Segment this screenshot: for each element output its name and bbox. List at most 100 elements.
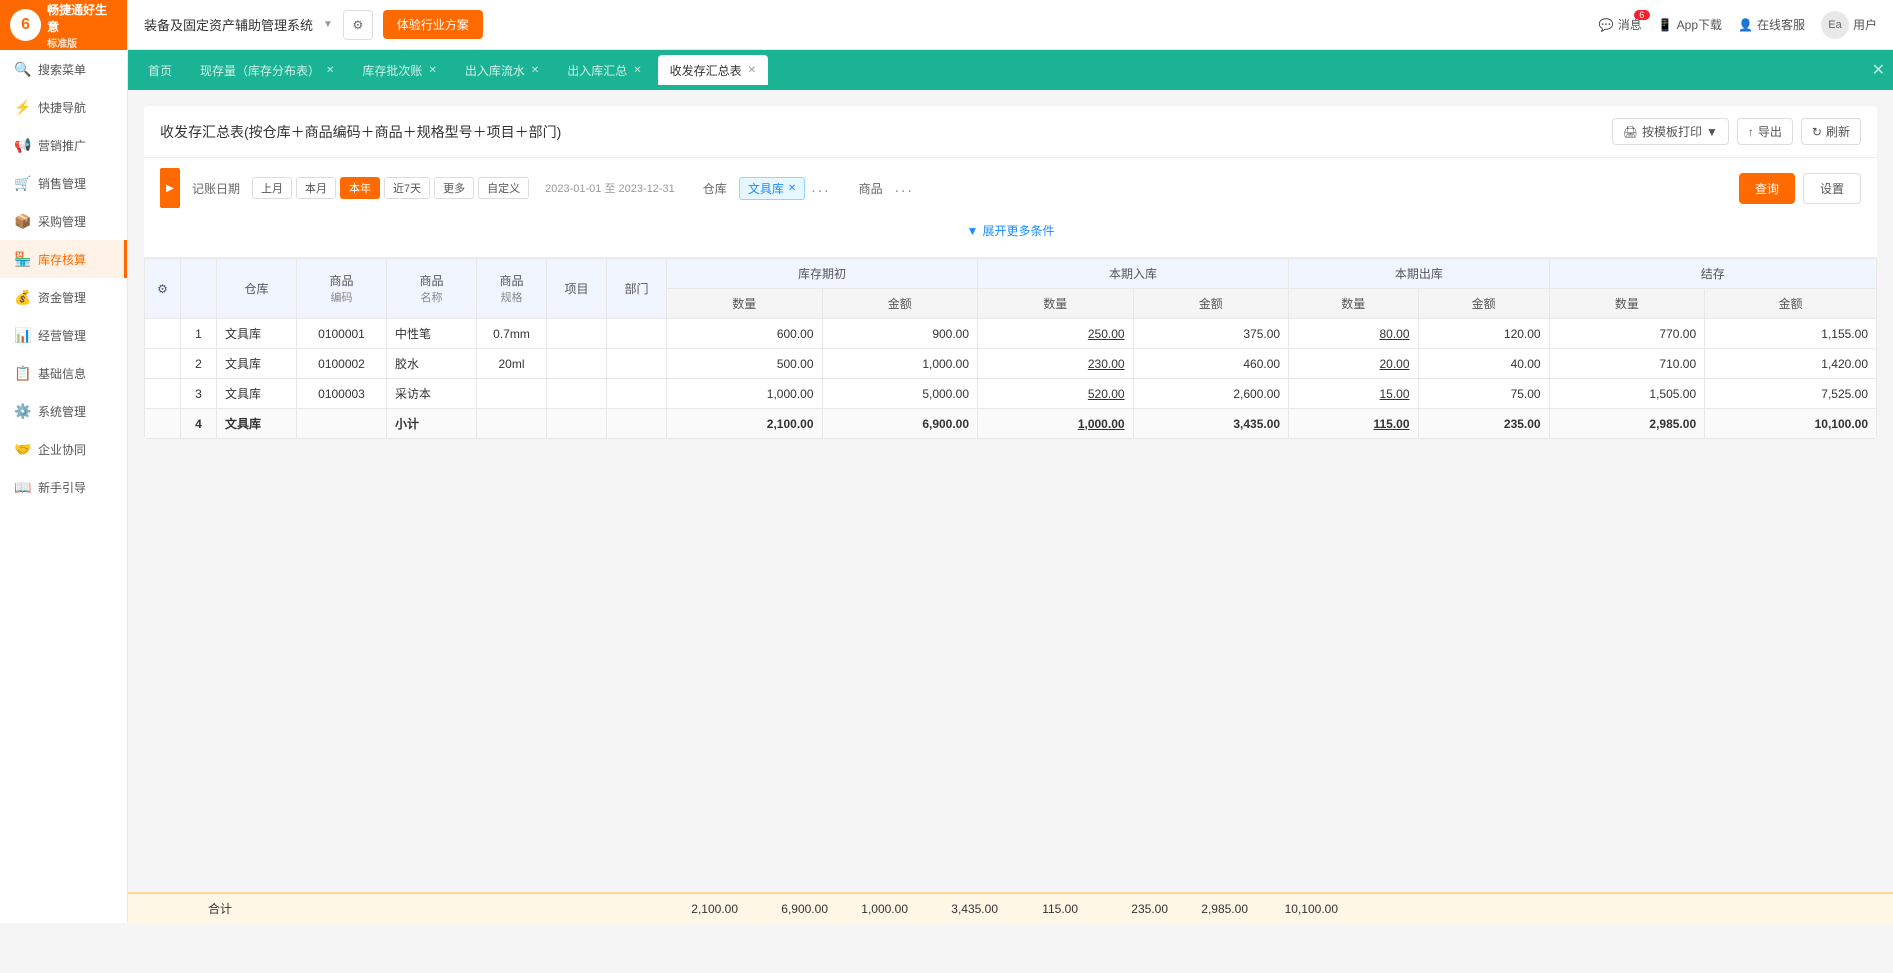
sidebar-item-sales[interactable]: 🛒 销售管理 xyxy=(0,164,127,202)
column-settings-icon[interactable]: ⚙ xyxy=(157,282,168,296)
main-content: 首页现存量（库存分布表）✕库存批次账✕出入库流水✕出入库汇总✕收发存汇总表✕ ✕… xyxy=(128,50,1893,923)
th-period-start: 库存期初 xyxy=(667,259,978,289)
sidebar-item-purchase[interactable]: 📦 采购管理 xyxy=(0,202,127,240)
goods-dots[interactable]: ... xyxy=(895,179,914,197)
tab-close-1[interactable]: ✕ xyxy=(326,65,334,76)
row-dept-2 xyxy=(607,379,667,409)
sidebar-label-basic-info: 基础信息 xyxy=(38,365,86,382)
expand-icon: ▼ xyxy=(967,224,979,238)
row-dept-0 xyxy=(607,319,667,349)
tab-close-5[interactable]: ✕ xyxy=(748,65,756,76)
switch-print-btn[interactable]: 🖨 按模板打印 ▼ xyxy=(1612,118,1729,145)
table-row: 1 文具库 0100001 中性笔 0.7mm 600.00 900.00 25… xyxy=(145,319,1877,349)
row-settings-2 xyxy=(145,379,181,409)
query-btn[interactable]: 查询 xyxy=(1739,173,1795,204)
refresh-btn[interactable]: ↻ 刷新 xyxy=(1801,118,1861,145)
row-settings-0 xyxy=(145,319,181,349)
trial-button[interactable]: 体验行业方案 xyxy=(383,10,483,39)
tab-3[interactable]: 出入库流水✕ xyxy=(453,55,551,85)
sidebar-item-operations[interactable]: 📊 经营管理 xyxy=(0,316,127,354)
row-project-1 xyxy=(547,349,607,379)
close-all-tabs-btn[interactable]: ✕ xyxy=(1872,60,1885,80)
subtotal-bal-qty: 2,985.00 xyxy=(1549,409,1705,439)
sidebar-item-finance[interactable]: 💰 资金管理 xyxy=(0,278,127,316)
settings-icon[interactable]: ⚙ xyxy=(343,10,373,40)
page-header: 收发存汇总表(按仓库＋商品编码＋商品＋规格型号＋项目＋部门) 🖨 按模板打印 ▼… xyxy=(144,106,1877,158)
tab-close-3[interactable]: ✕ xyxy=(531,65,539,76)
goods-filter-label: 商品 xyxy=(859,180,883,197)
expand-conditions-btn[interactable]: ▼ 展开更多条件 xyxy=(967,222,1055,239)
date-range-display: 2023-01-01 至 2023-12-31 xyxy=(545,180,675,196)
download-icon: 📱 xyxy=(1658,18,1673,32)
user-area[interactable]: Ea 用户 xyxy=(1821,11,1877,39)
warehouse-dots[interactable]: ... xyxy=(811,179,830,197)
filter-toggle-btn[interactable]: ▶ xyxy=(160,168,180,208)
date-btn-this-month[interactable]: 本月 xyxy=(296,177,336,199)
filter-settings-btn[interactable]: 设置 xyxy=(1803,173,1861,204)
row-in-amt-2: 2,600.00 xyxy=(1133,379,1289,409)
sidebar-item-guide[interactable]: 📖 新手引导 xyxy=(0,468,127,506)
system-dropdown[interactable]: ▼ xyxy=(323,19,333,30)
sidebar: 6 畅捷通好生意 标准版 🔍 搜索菜单 ⚡ 快捷导航 📢 营销推广 🛒 销售管理… xyxy=(0,0,128,923)
total-out-qty: 115.00 xyxy=(998,902,1078,916)
tab-close-2[interactable]: ✕ xyxy=(428,65,436,76)
row-warehouse-1: 文具库 xyxy=(217,349,297,379)
sidebar-label-operations: 经营管理 xyxy=(38,327,86,344)
sidebar-item-marketing[interactable]: 📢 营销推广 xyxy=(0,126,127,164)
sidebar-item-enterprise[interactable]: 🤝 企业协同 xyxy=(0,430,127,468)
tab-4[interactable]: 出入库汇总✕ xyxy=(555,55,653,85)
date-btn-this-year[interactable]: 本年 xyxy=(340,177,380,199)
tab-5[interactable]: 收发存汇总表✕ xyxy=(658,55,768,85)
data-table-container: ⚙ 仓库 商品编码 商品名称 商品规格 项目 部门 库存期初 本期入库 本期出库… xyxy=(144,258,1877,439)
tab-1[interactable]: 现存量（库存分布表）✕ xyxy=(188,55,346,85)
th-settings: ⚙ xyxy=(145,259,181,319)
date-btn-last-month[interactable]: 上月 xyxy=(252,177,292,199)
warehouse-tag-close[interactable]: ✕ xyxy=(788,183,796,194)
sales-icon: 🛒 xyxy=(14,174,32,192)
row-start-amt-1: 1,000.00 xyxy=(822,349,978,379)
app-name: 畅捷通好生意 xyxy=(47,1,117,35)
notification-btn[interactable]: 💬 消息 6 xyxy=(1599,16,1642,33)
date-btn-custom[interactable]: 自定义 xyxy=(478,177,529,199)
sidebar-item-quick-nav[interactable]: ⚡ 快捷导航 xyxy=(0,88,127,126)
th-out-qty: 数量 xyxy=(1289,289,1418,319)
total-row: 合计 2,100.00 6,900.00 1,000.00 3,435.00 1… xyxy=(128,892,1893,923)
tab-0[interactable]: 首页 xyxy=(136,55,184,85)
subtotal-in-amt: 3,435.00 xyxy=(1133,409,1289,439)
sidebar-item-system[interactable]: ⚙️ 系统管理 xyxy=(0,392,127,430)
sidebar-label-system: 系统管理 xyxy=(38,403,86,420)
notification-count: 6 xyxy=(1634,10,1650,20)
header-right: 💬 消息 6 📱 App下载 👤 在线客服 Ea 用户 xyxy=(1599,11,1877,39)
online-service-btn[interactable]: 👤 在线客服 xyxy=(1738,16,1805,33)
date-btn-7days[interactable]: 近7天 xyxy=(384,177,430,199)
row-in-qty-0: 250.00 xyxy=(978,319,1134,349)
th-start-amt: 金额 xyxy=(822,289,978,319)
row-start-qty-1: 500.00 xyxy=(667,349,823,379)
th-start-qty: 数量 xyxy=(667,289,823,319)
quick-nav-icon: ⚡ xyxy=(14,98,32,116)
tab-close-4[interactable]: ✕ xyxy=(633,65,641,76)
th-in-amt: 金额 xyxy=(1133,289,1289,319)
operations-icon: 📊 xyxy=(14,326,32,344)
export-btn[interactable]: ↑ 导出 xyxy=(1737,118,1793,145)
date-btn-more[interactable]: 更多 xyxy=(434,177,474,199)
sidebar-label-finance: 资金管理 xyxy=(38,289,86,306)
row-start-qty-0: 600.00 xyxy=(667,319,823,349)
date-filter-buttons: 上月 本月 本年 近7天 更多 自定义 xyxy=(252,177,529,199)
row-spec-1: 20ml xyxy=(477,349,547,379)
refresh-icon: ↻ xyxy=(1812,125,1822,139)
sidebar-item-search[interactable]: 🔍 搜索菜单 xyxy=(0,50,127,88)
total-bal-qty: 2,985.00 xyxy=(1168,902,1248,916)
logo-area: 6 畅捷通好生意 标准版 xyxy=(0,0,127,50)
row-settings-1 xyxy=(145,349,181,379)
sidebar-item-inventory[interactable]: 🏪 库存核算 xyxy=(0,240,127,278)
th-period-in: 本期入库 xyxy=(978,259,1289,289)
filter-section: ▶ 记账日期 上月 本月 本年 近7天 更多 自定义 2023-01-01 至 … xyxy=(144,158,1877,258)
row-bal-qty-2: 1,505.00 xyxy=(1549,379,1705,409)
app-download-btn[interactable]: 📱 App下载 xyxy=(1658,16,1722,33)
tab-2[interactable]: 库存批次账✕ xyxy=(350,55,448,85)
total-in-amt: 3,435.00 xyxy=(908,902,998,916)
row-code-1: 0100002 xyxy=(297,349,387,379)
row-dept-1 xyxy=(607,349,667,379)
sidebar-item-basic-info[interactable]: 📋 基础信息 xyxy=(0,354,127,392)
